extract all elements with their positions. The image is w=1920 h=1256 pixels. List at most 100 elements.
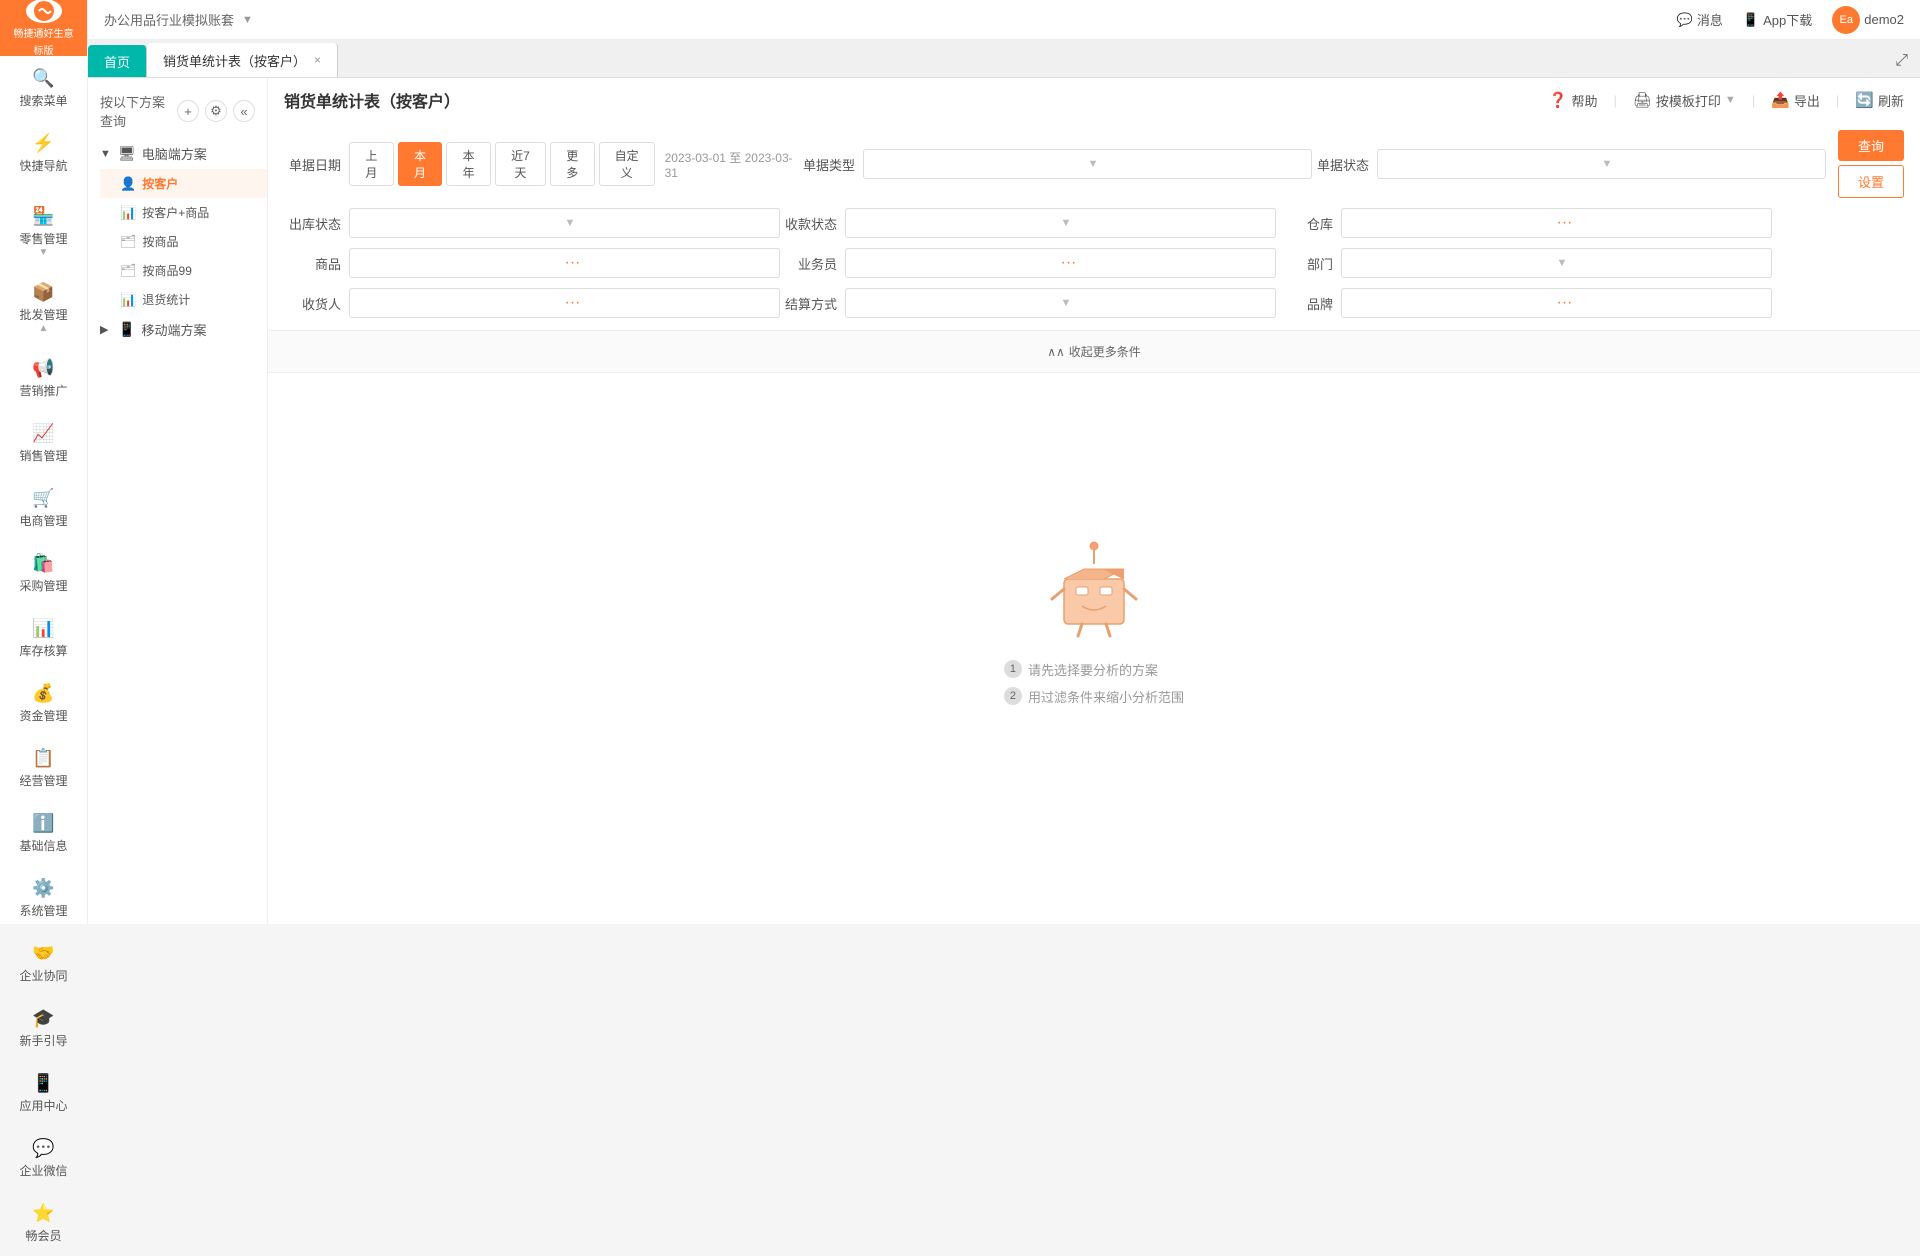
by-customer-product-icon: 📊 <box>120 205 136 221</box>
tab-sales-stats[interactable]: 销货单统计表（按客户） × <box>147 43 338 77</box>
sidebar-item-wechat[interactable]: 💬 企业微信 <box>0 1126 87 1191</box>
newbie-icon: 🎓 <box>32 1008 54 1029</box>
tab-home[interactable]: 首页 <box>88 45 147 77</box>
settings-btn[interactable]: 设置 <box>1838 165 1904 198</box>
tip-text-2: 用过滤条件来缩小分析范围 <box>1028 687 1184 706</box>
system-icon: ⚙️ <box>32 878 54 899</box>
filter-date-section: 单据日期 上月 本月 本年 近7天 更多 自定义 2023-03-01 至 20… <box>284 142 798 186</box>
search-btn[interactable]: 查询 <box>1838 130 1904 161</box>
app-download-icon: 📱 <box>1743 12 1759 28</box>
empty-tip-1: 1 请先选择要分析的方案 <box>1004 660 1184 679</box>
sidebar-item-operations[interactable]: 📋 经营管理 <box>0 736 87 801</box>
doc-status-select[interactable]: ▼ <box>1377 149 1826 179</box>
marketing-icon: 📢 <box>32 358 54 379</box>
receiver-dots-icon: ··· <box>565 294 772 312</box>
desktop-section-toggle[interactable]: ▼ 🖥 电脑端方案 <box>88 138 267 169</box>
settlement-select[interactable]: ▼ <box>845 288 1276 318</box>
retail-arrow-icon: ▼ <box>39 247 49 258</box>
warehouse-dots-icon: ··· <box>1557 214 1764 232</box>
help-label: 帮助 <box>1571 91 1597 110</box>
refresh-label: 刷新 <box>1878 91 1904 110</box>
date-btn-custom[interactable]: 自定义 <box>599 142 655 186</box>
filter-product-section: 商品 ··· <box>284 248 780 278</box>
collapse-panel-btn[interactable]: « <box>233 100 255 122</box>
sidebar-item-enterprise[interactable]: 🤝 企业协同 <box>0 931 87 996</box>
sidebar-item-basic[interactable]: ℹ️ 基础信息 <box>0 801 87 866</box>
export-btn[interactable]: 📤 导出 <box>1771 91 1820 110</box>
collapse-label: 收起更多条件 <box>1069 343 1141 360</box>
date-range-text: 2023-03-01 至 2023-03-31 <box>665 149 798 180</box>
sidebar-item-ecommerce[interactable]: 🛒 电商管理 <box>0 476 87 541</box>
sidebar-item-system[interactable]: ⚙️ 系统管理 <box>0 866 87 931</box>
mobile-section-toggle[interactable]: ▶ 📱 移动端方案 <box>88 314 267 345</box>
account-selector[interactable]: 办公用品行业模拟账套 <box>104 10 234 29</box>
help-btn[interactable]: ❓ 帮助 <box>1549 91 1598 110</box>
print-label: 按模板打印 <box>1656 91 1721 110</box>
message-btn[interactable]: 💬 消息 <box>1677 10 1723 29</box>
app-download-label: App下载 <box>1763 10 1812 29</box>
empty-illustration <box>1034 524 1154 644</box>
filter-doctype-section: 单据类型 ▼ <box>798 149 1312 179</box>
user-profile-btn[interactable]: Ea demo2 <box>1832 6 1904 34</box>
product-select[interactable]: ··· <box>349 248 780 278</box>
tree-child-by-product[interactable]: 🗂 按商品 <box>100 227 267 256</box>
tree-child-return-stats[interactable]: 📊 退货统计 <box>100 285 267 314</box>
sidebar-item-appstore[interactable]: 📱 应用中心 <box>0 1061 87 1126</box>
sidebar-item-sales[interactable]: 📈 销售管理 <box>0 411 87 476</box>
date-btn-7days[interactable]: 近7天 <box>495 142 546 186</box>
tab-expand-btn[interactable]: ⤢ <box>1883 45 1920 77</box>
stock-status-arrow-icon: ▼ <box>565 217 772 229</box>
sidebar-item-label-inventory: 库存核算 <box>19 642 67 659</box>
date-btn-this-year[interactable]: 本年 <box>446 142 491 186</box>
date-btn-this-month[interactable]: 本月 <box>398 142 443 186</box>
payment-status-select[interactable]: ▼ <box>845 208 1276 238</box>
brand-select[interactable]: ··· <box>1341 288 1772 318</box>
sidebar-item-inventory[interactable]: 📊 库存核算 <box>0 606 87 671</box>
sidebar-item-search-menu[interactable]: 🔍 搜索菜单 <box>0 56 87 121</box>
department-select[interactable]: ▼ <box>1341 248 1772 278</box>
product-dots-icon: ··· <box>565 254 772 272</box>
sidebar-item-finance[interactable]: 💰 资金管理 <box>0 671 87 736</box>
tree-child-by-customer[interactable]: 👤 按客户 <box>100 169 267 198</box>
collapse-btn[interactable]: ∧∧ 收起更多条件 <box>1031 339 1157 364</box>
refresh-btn[interactable]: 🔄 刷新 <box>1855 91 1904 110</box>
tree-child-by-customer-product[interactable]: 📊 按客户+商品 <box>100 198 267 227</box>
print-btn[interactable]: 🖨 按模板打印 ▼ <box>1633 91 1736 110</box>
sidebar-item-label-quick-nav: 快捷导航 <box>19 157 67 174</box>
stock-status-select[interactable]: ▼ <box>349 208 780 238</box>
basic-icon: ℹ️ <box>32 813 54 834</box>
sidebar-item-newbie[interactable]: 🎓 新手引导 <box>0 996 87 1061</box>
search-menu-icon: 🔍 <box>32 68 54 89</box>
warehouse-select[interactable]: ··· <box>1341 208 1772 238</box>
left-panel-actions: + ⚙ « <box>177 100 255 122</box>
scheme-settings-btn[interactable]: ⚙ <box>205 100 227 122</box>
sidebar-item-retail[interactable]: 🏪 零售管理 ▼ <box>0 194 87 270</box>
app-download-btn[interactable]: 📱 App下载 <box>1743 10 1812 29</box>
user-name: demo2 <box>1864 12 1904 27</box>
date-btn-more[interactable]: 更多 <box>550 142 595 186</box>
main-area: 办公用品行业模拟账套 ▼ 💬 消息 📱 App下载 Ea demo2 首页 <box>88 0 1920 924</box>
return-stats-icon: 📊 <box>120 292 136 308</box>
salesperson-select[interactable]: ··· <box>845 248 1276 278</box>
add-scheme-btn[interactable]: + <box>177 100 199 122</box>
refresh-icon: 🔄 <box>1855 91 1874 109</box>
dropdown-icon[interactable]: ▼ <box>242 14 253 26</box>
sidebar-item-wholesale[interactable]: 📦 批发管理 ▲ <box>0 270 87 346</box>
salesperson-label: 业务员 <box>780 254 845 273</box>
sidebar-item-purchase[interactable]: 🛍️ 采购管理 <box>0 541 87 606</box>
sidebar-item-vip[interactable]: ⭐ 畅会员 <box>0 1191 87 1256</box>
date-btn-last-month[interactable]: 上月 <box>349 142 394 186</box>
by-customer-label: 按客户 <box>142 175 178 192</box>
sidebar-item-marketing[interactable]: 📢 营销推广 <box>0 346 87 411</box>
sidebar-item-quick-nav[interactable]: ⚡ 快捷导航 <box>0 121 87 186</box>
logo-text: 畅捷通好生意 <box>14 25 74 40</box>
collapse-up-icon: ∧∧ <box>1047 345 1065 359</box>
tab-close-icon[interactable]: × <box>314 53 321 67</box>
receiver-select[interactable]: ··· <box>349 288 780 318</box>
header-area: 销货单统计表（按客户） ❓ 帮助 | 🖨 按模板打印 ▼ | 📤 <box>268 78 1920 118</box>
tree-child-by-product-99[interactable]: 🗂 按商品99 <box>100 256 267 285</box>
doc-type-select[interactable]: ▼ <box>863 149 1312 179</box>
export-label: 导出 <box>1794 91 1820 110</box>
settlement-label: 结算方式 <box>780 294 845 313</box>
sidebar-item-label-basic: 基础信息 <box>19 837 67 854</box>
